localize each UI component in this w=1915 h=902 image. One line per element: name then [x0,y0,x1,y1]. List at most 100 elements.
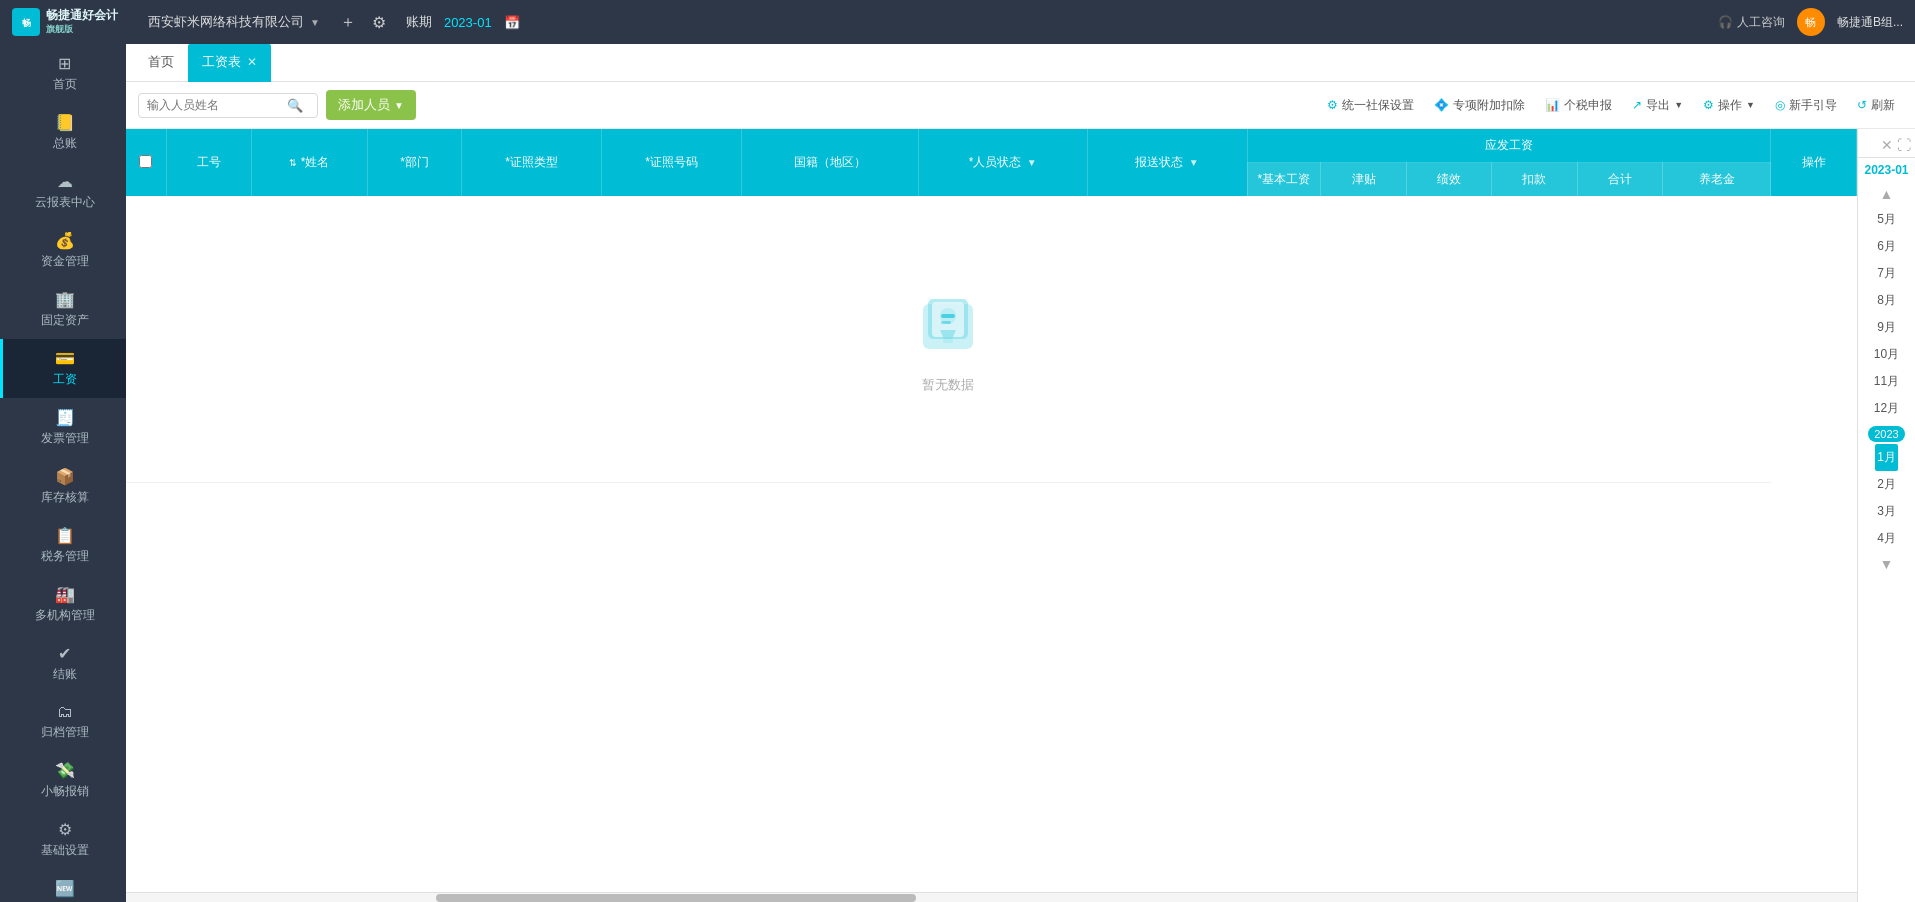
ym-month-8[interactable]: 8月 [1858,287,1915,314]
ym-month-2[interactable]: 2月 [1858,471,1915,498]
ym-month-11[interactable]: 11月 [1858,368,1915,395]
th-nationality: 国籍（地区） [742,129,919,196]
home-icon: ⊞ [58,54,71,73]
company-dropdown-icon: ▼ [310,17,320,28]
year-month-panel: ✕ ⛶ 2023-01 ▲ 5月 6月 7月 8月 9月 10月 11月 12月… [1857,129,1915,902]
app-sub: 旗舰版 [46,23,118,36]
calendar-icon[interactable]: 📅 [504,15,520,30]
sidebar-label-home: 首页 [53,76,77,93]
expand-panel-icon[interactable]: ⛶ [1897,137,1911,153]
ym-month-5[interactable]: 5月 [1858,206,1915,233]
sidebar-item-multi[interactable]: 🏭多机构管理 [0,575,126,634]
svg-rect-7 [941,321,951,324]
sidebar-item-assets[interactable]: 🏢固定资产 [0,280,126,339]
add-icon[interactable]: ＋ [336,10,360,35]
sidebar-label-payroll: 工资 [53,371,77,388]
sidebar-item-guide[interactable]: 🆕新手引导 [0,869,126,902]
sidebar-item-inventory[interactable]: 📦库存核算 [0,457,126,516]
th-id-no: *证照号码 [602,129,742,196]
horizontal-scrollbar[interactable] [126,892,1857,902]
header-actions: ＋ ⚙ 账期 2023-01 📅 [336,10,520,35]
ym-scroll-up[interactable]: ▲ [1858,182,1915,206]
add-person-button[interactable]: 添加人员 ▼ [326,90,416,120]
select-all-checkbox[interactable] [139,155,152,168]
ym-month-3[interactable]: 3月 [1858,498,1915,525]
tool-label-guide: 新手引导 [1789,97,1837,114]
company-selector[interactable]: 西安虾米网络科技有限公司 ▼ [148,13,320,31]
support-button[interactable]: 🎧 人工咨询 [1718,14,1785,31]
th-base-salary: *基本工资 [1247,163,1321,197]
sidebar-item-expense[interactable]: 💸小畅报销 [0,751,126,810]
period-header-display: 2023-01 [1858,158,1915,182]
tab-home-tab[interactable]: 首页 [134,44,188,82]
sidebar: ⊞ 首页 📒总账☁云报表中心💰资金管理🏢固定资产💳工资🧾发票管理📦库存核算📋税务管理… [0,44,126,902]
search-box[interactable]: 🔍 [138,93,318,118]
tab-payroll-tab[interactable]: 工资表✕ [188,44,271,82]
th-salary-group: 应发工资 [1247,129,1771,163]
sidebar-item-payroll[interactable]: 💳工资 [0,339,126,398]
user-name[interactable]: 畅捷通B组... [1837,14,1903,31]
sort-icon: ⇅ [289,158,297,168]
th-dept: *部门 [367,129,461,196]
sidebar-item-settings[interactable]: ⚙基础设置 [0,810,126,869]
ym-scroll-down[interactable]: ▼ [1858,552,1915,576]
th-deduction: 扣款 [1492,163,1577,197]
tool-label-refresh: 刷新 [1871,97,1895,114]
sidebar-item-funds[interactable]: 💰资金管理 [0,221,126,280]
operations-arrow: ▼ [1746,100,1755,110]
table-header-row1: 工号 ⇅ *姓名 *部门 *证照类型 *证照号码 国籍（地区） *人员状态 ▼ … [126,129,1857,163]
year-badge-2023[interactable]: 2023 [1868,426,1904,442]
export-icon: ↗ [1632,98,1642,112]
report-filter-icon[interactable]: ▼ [1189,157,1199,168]
tool-social-security[interactable]: ⚙统一社保设置 [1319,93,1422,118]
headset-icon: 🎧 [1718,15,1733,29]
tool-operations[interactable]: ⚙操作 ▼ [1695,93,1763,118]
tool-guide[interactable]: ◎新手引导 [1767,93,1845,118]
ym-month-6[interactable]: 6月 [1858,233,1915,260]
period-value[interactable]: 2023-01 [444,15,492,30]
sidebar-item-invoice[interactable]: 🧾发票管理 [0,398,126,457]
svg-text:畅: 畅 [22,18,31,28]
tool-tax-report[interactable]: 📊个税申报 [1537,93,1620,118]
main-layout: ⊞首页📒总账☁云报表中心💰资金管理🏢固定资产💳工资🧾发票管理📦库存核算📋税务管理… [0,44,1915,902]
close-panel-icon[interactable]: ✕ [1881,137,1893,153]
sidebar-item-tax[interactable]: 📋税务管理 [0,516,126,575]
settings-icon[interactable]: ⚙ [368,11,390,34]
toolbar-right: ⚙统一社保设置💠专项附加扣除📊个税申报↗导出 ▼⚙操作 ▼◎新手引导↺刷新 [1319,93,1903,118]
ym-month-12[interactable]: 12月 [1858,395,1915,422]
th-report-status: 报送状态 ▼ [1087,129,1247,196]
th-emp-no: 工号 [166,129,251,196]
select-all-header[interactable] [126,129,166,196]
logo-area: 畅 畅捷通好会计 旗舰版 [12,8,132,36]
ym-month-10[interactable]: 10月 [1858,341,1915,368]
th-performance: 绩效 [1406,163,1491,197]
sidebar-label-ledger: 总账 [53,135,77,152]
sidebar-item-ledger[interactable]: 📒总账 [0,103,126,162]
ym-month-1-active[interactable]: 1月 [1875,444,1898,471]
tab-close-payroll-tab[interactable]: ✕ [247,55,257,69]
ym-month-4[interactable]: 4月 [1858,525,1915,552]
settings-icon: ⚙ [58,820,72,839]
table-container: 工号 ⇅ *姓名 *部门 *证照类型 *证照号码 国籍（地区） *人员状态 ▼ … [126,129,1857,892]
empty-text: 暂无数据 [922,376,974,394]
ym-month-7[interactable]: 7月 [1858,260,1915,287]
period-label: 账期 [406,13,432,31]
sidebar-label-assets: 固定资产 [41,312,89,329]
status-filter-icon[interactable]: ▼ [1027,157,1037,168]
th-total: 合计 [1577,163,1662,197]
ym-month-9[interactable]: 9月 [1858,314,1915,341]
search-input[interactable] [147,98,287,112]
tool-refresh[interactable]: ↺刷新 [1849,93,1903,118]
empty-state: 暂无数据 [136,204,1761,474]
sidebar-item-home[interactable]: ⊞ 首页 [0,44,126,103]
tool-special-deduction[interactable]: 💠专项附加扣除 [1426,93,1533,118]
sidebar-item-cloud[interactable]: ☁云报表中心 [0,162,126,221]
tool-export[interactable]: ↗导出 ▼ [1624,93,1691,118]
scrollbar-thumb[interactable] [436,894,916,902]
svg-rect-9 [943,339,953,343]
sidebar-item-close[interactable]: ✔结账 [0,634,126,693]
guide-icon: 🆕 [55,879,75,898]
payroll-table: 工号 ⇅ *姓名 *部门 *证照类型 *证照号码 国籍（地区） *人员状态 ▼ … [126,129,1857,483]
add-person-label: 添加人员 [338,96,390,114]
sidebar-item-archive[interactable]: 🗂归档管理 [0,693,126,751]
